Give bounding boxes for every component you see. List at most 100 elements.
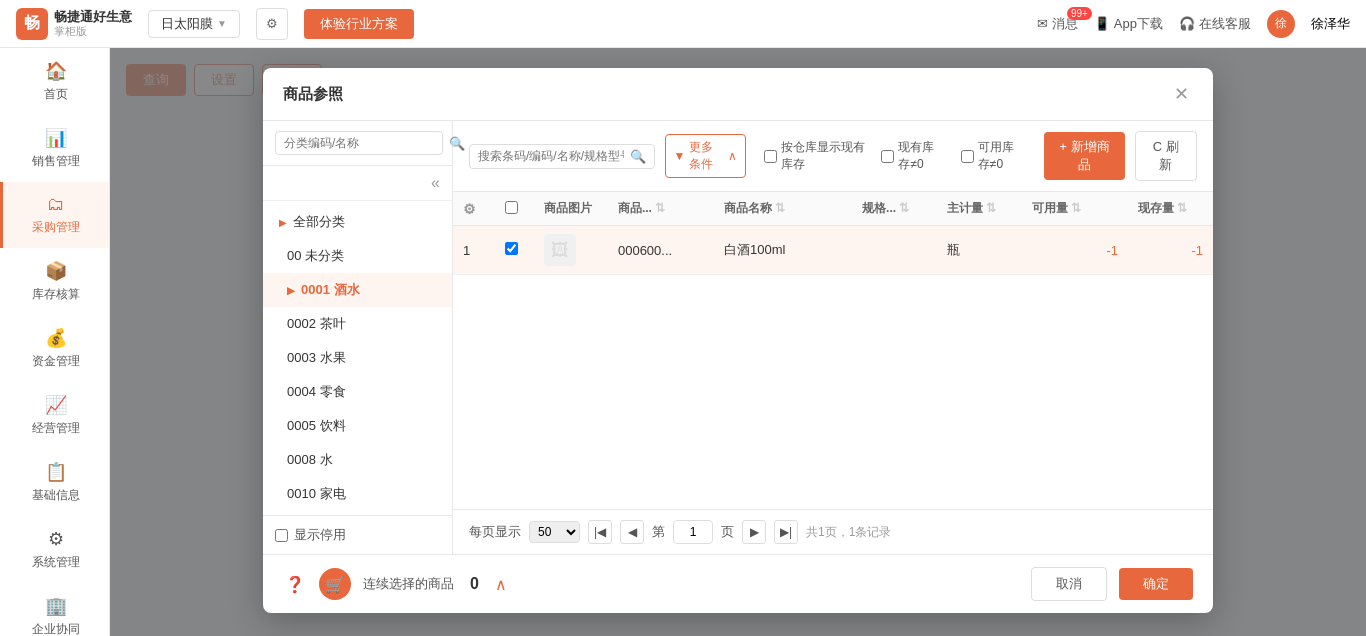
sidebar-item-system[interactable]: ⚙ 系统管理: [0, 516, 109, 583]
category-item-label: 全部分类: [293, 213, 345, 231]
warehouse-checkbox-input[interactable]: [764, 150, 777, 163]
sidebar-item-enterprise[interactable]: 🏢 企业协同: [0, 583, 109, 636]
sidebar-item-home[interactable]: 🏠 首页: [0, 48, 109, 115]
sidebar-item-inventory[interactable]: 📦 库存核算: [0, 248, 109, 315]
cancel-button[interactable]: 取消: [1031, 567, 1107, 601]
category-item-label: 0005 饮料: [287, 417, 346, 435]
category-item-unclassified[interactable]: 00 未分类: [263, 239, 452, 273]
show-disabled-checkbox[interactable]: [275, 529, 288, 542]
category-item-water[interactable]: 0008 水: [263, 443, 452, 477]
sidebar-item-label: 采购管理: [32, 219, 80, 236]
row-checkbox[interactable]: [495, 226, 533, 275]
search-icon[interactable]: 🔍: [630, 149, 646, 164]
sidebar-item-sales[interactable]: 📊 销售管理: [0, 115, 109, 182]
org-selector[interactable]: 日太阳膜 ▼: [148, 10, 240, 38]
filter-button[interactable]: ▼ 更多条件 ∧: [665, 134, 747, 178]
avail-gt0-input[interactable]: [961, 150, 974, 163]
avail-gt0-checkbox[interactable]: 可用库存≠0: [961, 139, 1024, 173]
message-icon: ✉: [1037, 16, 1048, 31]
category-item-appliances[interactable]: 0010 家电: [263, 477, 452, 511]
last-page-button[interactable]: ▶|: [774, 520, 798, 544]
row-product-name: 白酒100ml: [714, 226, 852, 275]
help-icon[interactable]: ❓: [283, 572, 307, 596]
stock-gt0-input[interactable]: [881, 150, 894, 163]
warehouse-display-checkbox[interactable]: 按仓库显示现有库存: [764, 139, 865, 173]
category-item-drinks[interactable]: 0005 饮料: [263, 409, 452, 443]
category-item-label: 0003 水果: [287, 349, 346, 367]
product-search-input[interactable]: [478, 149, 624, 163]
category-item-all[interactable]: ▶ 全部分类: [263, 205, 452, 239]
page-number-input[interactable]: [673, 520, 713, 544]
row-select-checkbox[interactable]: [505, 242, 518, 255]
th-product-spec[interactable]: 规格...: [852, 192, 937, 226]
sidebar-item-basic-info[interactable]: 📋 基础信息: [0, 449, 109, 516]
next-page-button[interactable]: ▶: [742, 520, 766, 544]
filter-icon: ▼: [674, 149, 686, 163]
modal-footer: ❓ 🛒 连续选择的商品 0 ∧ 取消 确定: [263, 554, 1213, 613]
trial-button[interactable]: 体验行业方案: [304, 9, 414, 39]
th-available-qty[interactable]: 可用量: [1022, 192, 1128, 226]
th-checkbox[interactable]: [495, 192, 533, 226]
sales-icon: 📊: [45, 127, 67, 149]
avatar[interactable]: 徐: [1267, 10, 1295, 38]
modal-body: 🔍 « ▶ 全部分类 00 未分类: [263, 121, 1213, 554]
row-product-unit: 瓶: [937, 226, 1022, 275]
sidebar: 🏠 首页 📊 销售管理 🗂 采购管理 📦 库存核算 💰 资金管理 📈 经营管理 …: [0, 48, 110, 636]
first-page-button[interactable]: |◀: [588, 520, 612, 544]
sidebar-item-operations[interactable]: 📈 经营管理: [0, 382, 109, 449]
sidebar-item-purchase[interactable]: 🗂 采购管理: [0, 182, 109, 248]
th-product-unit[interactable]: 主计量: [937, 192, 1022, 226]
messages-button[interactable]: ✉ 消息 99+: [1037, 15, 1078, 33]
app-download-button[interactable]: 📱 App下载: [1094, 15, 1163, 33]
arrow-icon: ▶: [279, 217, 287, 228]
modal-overlay: 商品参照 ✕ 🔍 «: [110, 48, 1366, 636]
chevron-up-icon: ∧: [728, 149, 737, 163]
category-item-snacks[interactable]: 0004 零食: [263, 375, 452, 409]
modal-close-button[interactable]: ✕: [1169, 82, 1193, 106]
category-item-tea[interactable]: 0002 茶叶: [263, 307, 452, 341]
customer-service-button[interactable]: 🎧 在线客服: [1179, 15, 1251, 33]
stock-gt0-label: 现有库存≠0: [898, 139, 944, 173]
headset-icon: 🎧: [1179, 16, 1195, 31]
selected-product-count: 0: [470, 575, 479, 593]
table-row[interactable]: 1 🖼: [453, 226, 1213, 275]
table-settings-icon[interactable]: ⚙: [463, 201, 476, 217]
prev-page-button[interactable]: ◀: [620, 520, 644, 544]
show-disabled-label[interactable]: 显示停用: [275, 526, 440, 544]
row-product-code: 000600...: [608, 226, 714, 275]
logo-text: 畅捷通好生意 掌柜版: [54, 9, 132, 38]
th-settings[interactable]: ⚙: [453, 192, 495, 226]
product-thumbnail: 🖼: [544, 234, 576, 266]
confirm-button[interactable]: 确定: [1119, 568, 1193, 600]
page-size-label: 每页显示: [469, 523, 521, 541]
modal-title: 商品参照: [283, 85, 343, 104]
category-search-input[interactable]: [275, 131, 443, 155]
finance-icon: 💰: [45, 327, 67, 349]
collapse-cart-button[interactable]: ∧: [495, 575, 507, 594]
select-all-checkbox[interactable]: [505, 201, 518, 214]
th-stock-qty[interactable]: 现存量: [1128, 192, 1213, 226]
stock-gt0-checkbox[interactable]: 现有库存≠0: [881, 139, 944, 173]
sidebar-item-label: 首页: [44, 86, 68, 103]
category-item-fruit[interactable]: 0003 水果: [263, 341, 452, 375]
category-item-wine[interactable]: ▶ 0001 酒水: [263, 273, 452, 307]
th-product-code[interactable]: 商品...: [608, 192, 714, 226]
sidebar-item-label: 经营管理: [32, 420, 80, 437]
settings-button[interactable]: ⚙: [256, 8, 288, 40]
navbar: 畅 畅捷通好生意 掌柜版 日太阳膜 ▼ ⚙ 体验行业方案 ✉ 消息 99+ 📱 …: [0, 0, 1366, 48]
main-layout: 🏠 首页 📊 销售管理 🗂 采购管理 📦 库存核算 💰 资金管理 📈 经营管理 …: [0, 48, 1366, 636]
cart-button[interactable]: 🛒: [319, 568, 351, 600]
sidebar-item-label: 资金管理: [32, 353, 80, 370]
category-collapse-button[interactable]: «: [263, 166, 452, 201]
row-num: 1: [453, 226, 495, 275]
category-item-label: 0002 茶叶: [287, 315, 346, 333]
th-product-name[interactable]: 商品名称: [714, 192, 852, 226]
add-product-button[interactable]: + 新增商品: [1044, 132, 1124, 180]
product-toolbar: 🔍 ▼ 更多条件 ∧ 按仓库显示现有库存: [453, 121, 1213, 192]
cart-icon: 🛒: [325, 575, 345, 594]
page-size-select[interactable]: 50 100 200: [529, 521, 580, 543]
refresh-button[interactable]: C 刷新: [1135, 131, 1197, 181]
sidebar-item-finance[interactable]: 💰 资金管理: [0, 315, 109, 382]
product-table: ⚙ 商品图片 商品... 商品名称 规格...: [453, 192, 1213, 275]
category-list: ▶ 全部分类 00 未分类 ▶ 0001 酒水 0002 茶: [263, 201, 452, 515]
